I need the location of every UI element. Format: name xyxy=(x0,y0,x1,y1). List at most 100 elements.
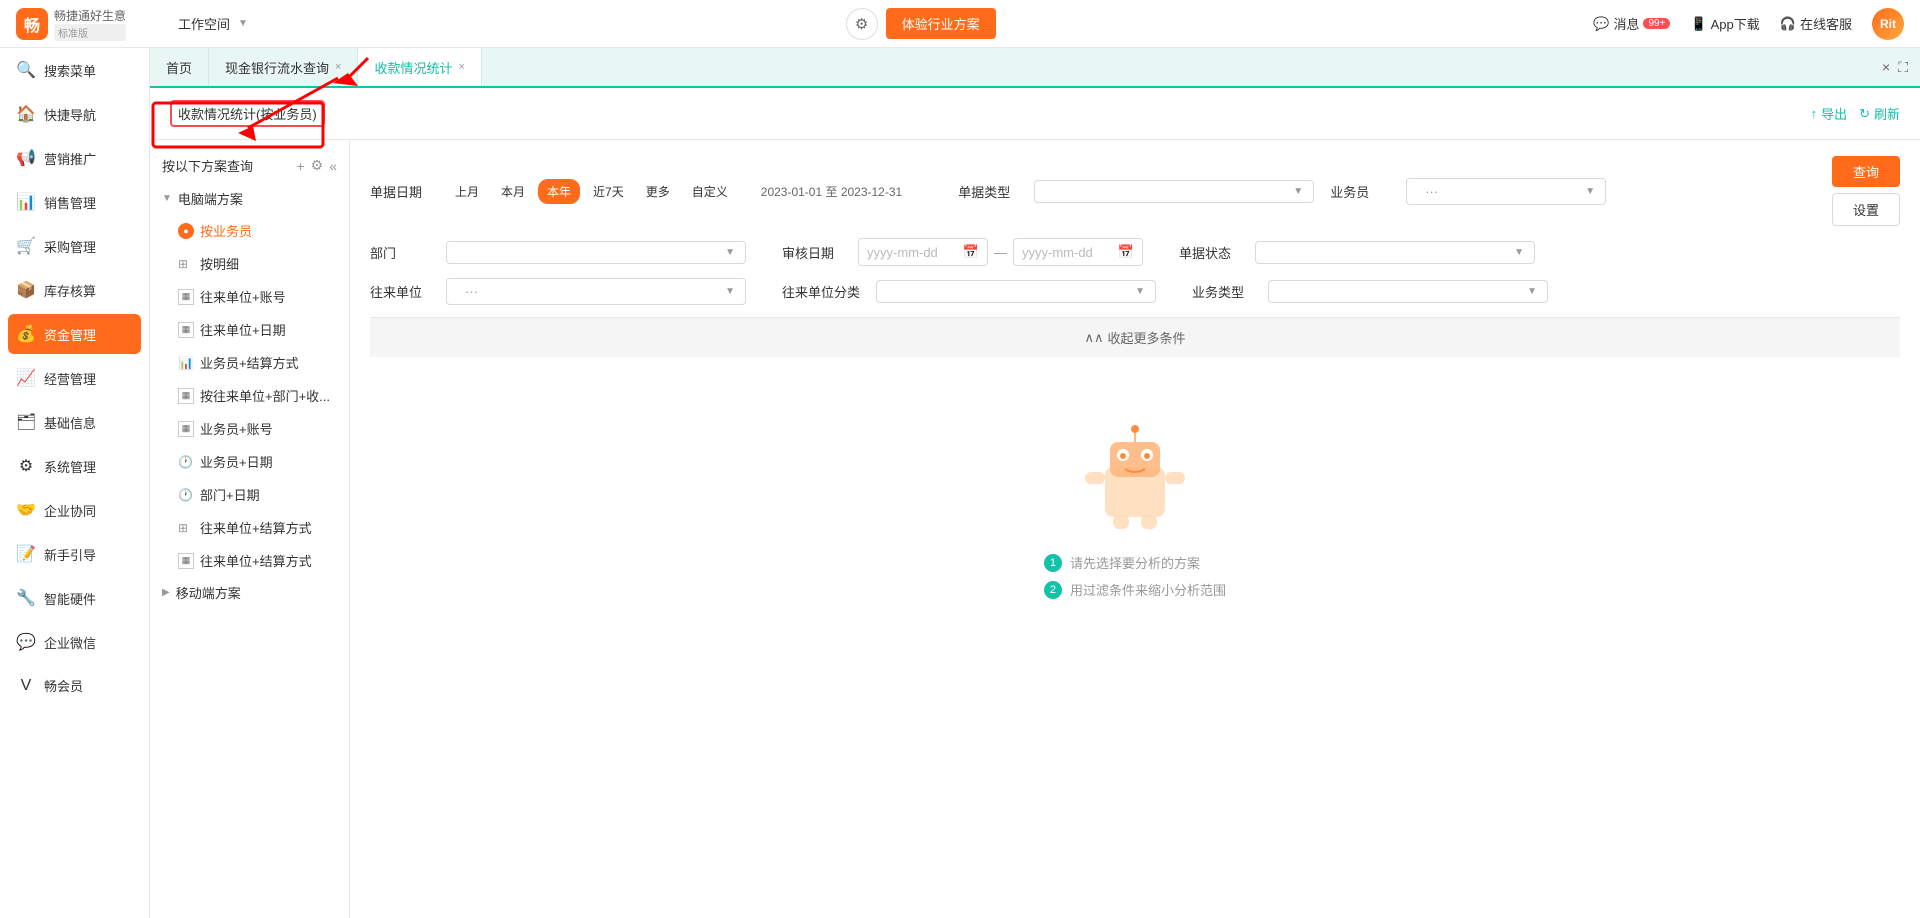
date-separator: — xyxy=(994,245,1007,260)
scheme-item-salesman-date[interactable]: 🕐 业务员+日期 xyxy=(150,445,349,478)
message-button[interactable]: 💬 消息 99+ xyxy=(1593,14,1670,33)
scheme-panel-header: 按以下方案查询 + ⚙ « xyxy=(150,148,349,183)
mobile-scheme-group[interactable]: ▶ 移动端方案 xyxy=(150,577,349,608)
page-title-box: 收款情况统计(按业务员) xyxy=(170,100,325,127)
counterpart-select[interactable]: ··· ▼ xyxy=(446,278,746,305)
page-actions: ↑ 导出 ↻ 刷新 xyxy=(1811,104,1900,123)
sidebar-item-sales[interactable]: 📊 销售管理 xyxy=(0,180,149,224)
sidebar-item-marketing[interactable]: 📢 营销推广 xyxy=(0,136,149,180)
tab-collection-stats-label: 收款情况统计 xyxy=(374,58,452,77)
tab-close-all-icon[interactable]: × xyxy=(1882,59,1890,75)
query-button[interactable]: 查询 xyxy=(1832,156,1900,187)
trial-industry-button[interactable]: 体验行业方案 xyxy=(886,8,996,39)
review-date-to-calendar-icon[interactable]: 📅 xyxy=(1118,244,1134,260)
sidebar-item-label: 畅会员 xyxy=(44,676,83,695)
review-date-from-calendar-icon[interactable]: 📅 xyxy=(963,244,979,260)
biz-type-select[interactable]: ▼ xyxy=(1268,280,1548,303)
sidebar-item-purchase[interactable]: 🛒 采购管理 xyxy=(0,224,149,268)
sidebar-item-search-menu[interactable]: 🔍 搜索菜单 xyxy=(0,48,149,92)
sidebar-item-quick-nav[interactable]: 🏠 快捷导航 xyxy=(0,92,149,136)
scheme-item-dept-date[interactable]: 🕐 部门+日期 xyxy=(150,478,349,511)
scheme-item-counterpart-date[interactable]: ▦ 往来单位+日期 xyxy=(150,313,349,346)
quick-nav-icon: 🏠 xyxy=(16,104,36,124)
sidebar-item-business[interactable]: 📈 经营管理 xyxy=(0,356,149,400)
review-date-group: yyyy-mm-dd 📅 — yyyy-mm-dd 📅 xyxy=(858,238,1143,266)
tab-bank-flow[interactable]: 现金银行流水查询 × xyxy=(209,48,358,86)
scheme-item-by-detail[interactable]: ⊞ 按明细 xyxy=(150,247,349,280)
date-opt-custom[interactable]: 自定义 xyxy=(683,179,737,204)
app-download-button[interactable]: 📱 App下载 xyxy=(1690,14,1759,33)
date-opt-last-7[interactable]: 近7天 xyxy=(584,179,633,204)
date-opt-more[interactable]: 更多 xyxy=(637,179,679,204)
tab-home[interactable]: 首页 xyxy=(150,48,209,86)
tab-bank-flow-close[interactable]: × xyxy=(335,61,341,73)
date-opt-this-month[interactable]: 本月 xyxy=(492,179,534,204)
sidebar-item-label: 资金管理 xyxy=(44,325,96,344)
message-badge: 99+ xyxy=(1643,18,1670,29)
scheme-item-counterpart-settle2[interactable]: ▦ 往来单位+结算方式 xyxy=(150,544,349,577)
doc-type-select[interactable]: ▼ xyxy=(1034,180,1314,203)
doc-type-label: 单据类型 xyxy=(958,182,1018,201)
hint-num-1: 1 xyxy=(1044,554,1062,572)
sidebar-item-wechat[interactable]: 💬 企业微信 xyxy=(0,620,149,664)
desktop-group-label: 电脑端方案 xyxy=(178,189,243,208)
online-service-button[interactable]: 🎧 在线客服 xyxy=(1780,14,1852,33)
scheme-item-counterpart-dept[interactable]: ▦ 按往来单位+部门+收... xyxy=(150,379,349,412)
tab-collection-stats-close[interactable]: × xyxy=(458,61,464,73)
filter-settings-button[interactable]: 设置 xyxy=(1832,193,1900,226)
header-settings-button[interactable]: ⚙ xyxy=(846,8,878,40)
purchase-icon: 🛒 xyxy=(16,236,36,256)
scheme-item-salesman-settle[interactable]: 📊 业务员+结算方式 xyxy=(150,346,349,379)
export-button[interactable]: ↑ 导出 xyxy=(1811,104,1848,123)
tab-maximize-icon[interactable]: ⛶ xyxy=(1898,59,1908,76)
scheme-add-icon[interactable]: + xyxy=(296,158,304,174)
sidebar-item-basic-info[interactable]: 🗂 基础信息 xyxy=(0,400,149,444)
mobile-group-arrow: ▶ xyxy=(162,587,170,598)
scheme-item-by-salesman[interactable]: ● 按业务员 xyxy=(150,214,349,247)
salesman-select[interactable]: ··· ▼ xyxy=(1406,178,1606,205)
sidebar-item-inventory[interactable]: 📦 库存核算 xyxy=(0,268,149,312)
filter-panel: 单据日期 上月 本月 本年 近7天 更多 自定义 2023-01-01 至 20… xyxy=(350,140,1920,918)
sidebar-item-fund[interactable]: 💰 资金管理 xyxy=(8,314,141,354)
review-date-from[interactable]: yyyy-mm-dd 📅 xyxy=(858,238,988,266)
salesman-more-dots[interactable]: ··· xyxy=(1425,184,1438,199)
right-panel: 单据日期 上月 本月 本年 近7天 更多 自定义 2023-01-01 至 20… xyxy=(350,140,1920,918)
counterpart-more-dots[interactable]: ··· xyxy=(465,284,478,299)
counterpart-category-select[interactable]: ▼ xyxy=(876,280,1156,303)
scheme-item-label: 往来单位+结算方式 xyxy=(200,518,312,537)
filter-row-1: 单据日期 上月 本月 本年 近7天 更多 自定义 2023-01-01 至 20… xyxy=(370,156,1900,226)
scheme-settings-icon[interactable]: ⚙ xyxy=(311,157,324,174)
scheme-item-salesman-account[interactable]: ▦ 业务员+账号 xyxy=(150,412,349,445)
dept-select[interactable]: ▼ xyxy=(446,241,746,264)
sidebar-item-guide[interactable]: 📝 新手引导 xyxy=(0,532,149,576)
sidebar-item-smart-hw[interactable]: 🔧 智能硬件 xyxy=(0,576,149,620)
search-menu-icon: 🔍 xyxy=(16,60,36,80)
desktop-group-header[interactable]: ▼ 电脑端方案 xyxy=(150,183,349,214)
user-avatar[interactable]: Rit xyxy=(1872,8,1904,40)
date-opt-last-month[interactable]: 上月 xyxy=(446,179,488,204)
sidebar: 🔍 搜索菜单 🏠 快捷导航 📢 营销推广 📊 销售管理 🛒 采购管理 📦 库存核… xyxy=(0,48,150,918)
sidebar-item-member[interactable]: V 畅会员 xyxy=(0,664,149,707)
sidebar-item-label: 搜索菜单 xyxy=(44,61,96,80)
sidebar-item-enterprise[interactable]: 🤝 企业协同 xyxy=(0,488,149,532)
refresh-button[interactable]: ↻ 刷新 xyxy=(1859,104,1900,123)
scheme-collapse-icon[interactable]: « xyxy=(329,158,337,174)
date-opt-this-year[interactable]: 本年 xyxy=(538,179,580,204)
counterpart-dropdown-icon: ▼ xyxy=(725,286,735,297)
header-center: ⚙ 体验行业方案 xyxy=(846,8,996,40)
sidebar-item-system[interactable]: ⚙ 系统管理 xyxy=(0,444,149,488)
collapse-bar[interactable]: ∧∧ 收起更多条件 xyxy=(370,317,1900,357)
sales-icon: 📊 xyxy=(16,192,36,212)
workspace-dropdown-icon[interactable]: ▼ xyxy=(238,18,248,29)
scheme-item-counterpart-account[interactable]: ▦ 往来单位+账号 xyxy=(150,280,349,313)
counterpart-dept-icon: ▦ xyxy=(178,388,194,404)
dept-dropdown-icon: ▼ xyxy=(725,247,735,258)
review-date-to[interactable]: yyyy-mm-dd 📅 xyxy=(1013,238,1143,266)
doc-status-label: 单据状态 xyxy=(1179,243,1239,262)
scheme-item-counterpart-settle1[interactable]: ⊞ 往来单位+结算方式 xyxy=(150,511,349,544)
top-header: 畅 畅捷通好生意 标准版 工作空间 ▼ ⚙ 体验行业方案 💬 消息 99+ 📱 … xyxy=(0,0,1920,48)
doc-status-select[interactable]: ▼ xyxy=(1255,241,1535,264)
tab-collection-stats[interactable]: 收款情况统计 × xyxy=(358,48,481,86)
member-icon: V xyxy=(16,677,36,695)
scheme-item-label: 往来单位+日期 xyxy=(200,320,286,339)
